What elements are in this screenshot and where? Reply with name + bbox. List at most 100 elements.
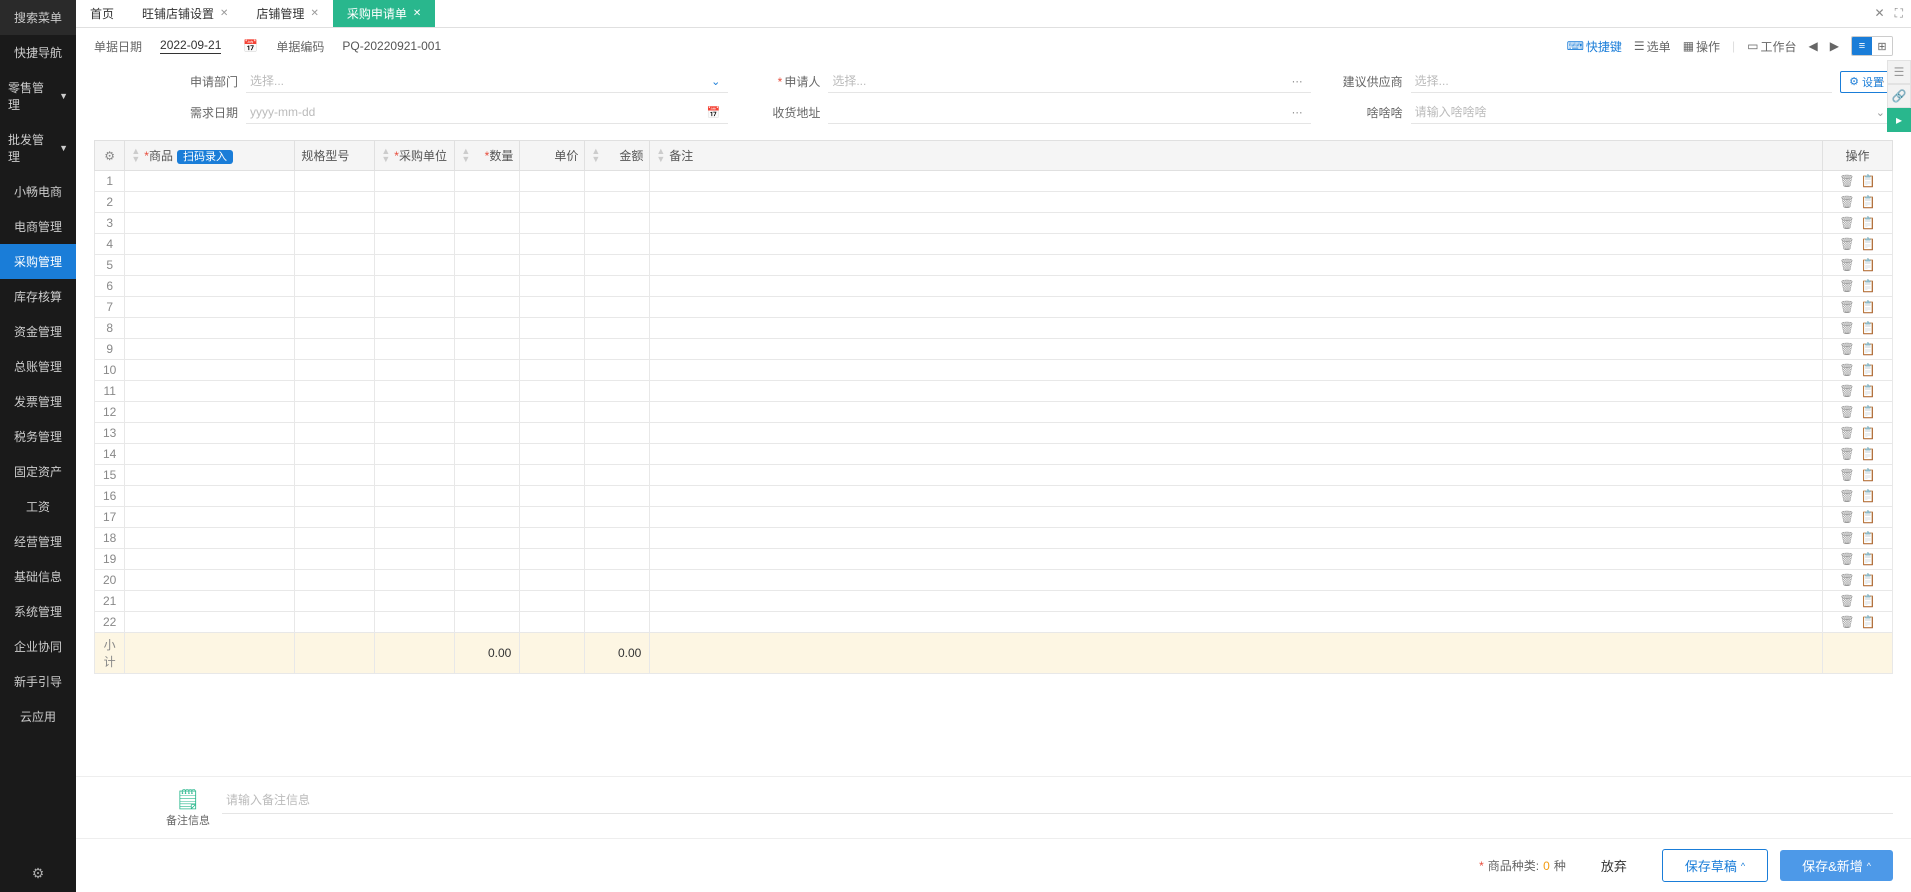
cell-price[interactable] [520,297,585,318]
sidebar-item-19[interactable]: 云应用 [0,699,76,734]
sidebar-item-12[interactable]: 固定资产 [0,454,76,489]
cell-goods[interactable] [125,444,295,465]
cell-amount[interactable] [585,402,650,423]
cell-note[interactable] [650,591,1823,612]
cell-amount[interactable] [585,549,650,570]
copy-icon[interactable]: 📋 [1861,300,1876,314]
copy-icon[interactable]: 📋 [1861,216,1876,230]
cell-amount[interactable] [585,591,650,612]
delete-icon[interactable]: 🗑 [1839,342,1854,356]
copy-icon[interactable]: 📋 [1861,594,1876,608]
cell-spec[interactable] [295,276,375,297]
cell-price[interactable] [520,507,585,528]
cell-price[interactable] [520,276,585,297]
copy-icon[interactable]: 📋 [1861,615,1876,629]
sidebar-item-9[interactable]: 总账管理 [0,349,76,384]
cell-qty[interactable] [455,318,520,339]
copy-icon[interactable]: 📋 [1861,342,1876,356]
table-row[interactable]: 14🗑📋 [95,444,1893,465]
cell-unit[interactable] [375,171,455,192]
close-icon[interactable]: ✕ [310,8,318,19]
cell-unit[interactable] [375,192,455,213]
cell-price[interactable] [520,423,585,444]
cell-qty[interactable] [455,423,520,444]
cell-goods[interactable] [125,255,295,276]
cell-note[interactable] [650,528,1823,549]
delete-icon[interactable]: 🗑 [1839,468,1854,482]
th-spec[interactable]: 规格型号 [295,141,375,171]
sidebar-item-13[interactable]: 工资 [0,489,76,524]
cell-goods[interactable] [125,423,295,444]
table-row[interactable]: 12🗑📋 [95,402,1893,423]
more-icon[interactable]: ⋯ [1292,106,1303,119]
cell-spec[interactable] [295,297,375,318]
cell-unit[interactable] [375,507,455,528]
copy-icon[interactable]: 📋 [1861,552,1876,566]
cell-goods[interactable] [125,528,295,549]
cell-qty[interactable] [455,507,520,528]
remark-input[interactable] [1411,101,1893,124]
cell-price[interactable] [520,339,585,360]
discard-button[interactable]: 放弃 [1578,849,1650,882]
copy-icon[interactable]: 📋 [1861,363,1876,377]
cell-price[interactable] [520,486,585,507]
cell-qty[interactable] [455,297,520,318]
copy-icon[interactable]: 📋 [1861,510,1876,524]
cell-amount[interactable] [585,528,650,549]
rail-item-1[interactable]: ☰ [1887,60,1911,84]
cell-unit[interactable] [375,381,455,402]
cell-goods[interactable] [125,339,295,360]
cell-price[interactable] [520,549,585,570]
cell-spec[interactable] [295,234,375,255]
cell-amount[interactable] [585,423,650,444]
cell-note[interactable] [650,444,1823,465]
sidebar-item-11[interactable]: 税务管理 [0,419,76,454]
delete-icon[interactable]: 🗑 [1839,594,1854,608]
cell-amount[interactable] [585,192,650,213]
cell-spec[interactable] [295,570,375,591]
cell-amount[interactable] [585,171,650,192]
cell-spec[interactable] [295,486,375,507]
cell-qty[interactable] [455,381,520,402]
cell-goods[interactable] [125,381,295,402]
cell-amount[interactable] [585,318,650,339]
operate-link[interactable]: ▦ 操作 [1683,38,1720,55]
sidebar-item-16[interactable]: 系统管理 [0,594,76,629]
date-value[interactable]: 2022-09-21 [160,38,221,54]
workbench-link[interactable]: ▭ 工作台 [1747,38,1796,55]
table-row[interactable]: 19🗑📋 [95,549,1893,570]
cell-amount[interactable] [585,444,650,465]
cell-goods[interactable] [125,591,295,612]
table-row[interactable]: 20🗑📋 [95,570,1893,591]
addr-input[interactable] [828,101,1310,124]
rail-item-3[interactable]: ▸ [1887,108,1911,132]
sidebar-item-14[interactable]: 经营管理 [0,524,76,559]
notes-input[interactable] [222,787,1893,814]
table-row[interactable]: 8🗑📋 [95,318,1893,339]
table-row[interactable]: 5🗑📋 [95,255,1893,276]
cell-amount[interactable] [585,486,650,507]
cell-spec[interactable] [295,255,375,276]
cell-qty[interactable] [455,192,520,213]
calendar-icon[interactable]: 📅 [707,106,721,119]
close-icon[interactable]: ✕ [413,8,421,19]
cell-goods[interactable] [125,465,295,486]
cell-note[interactable] [650,486,1823,507]
cell-spec[interactable] [295,192,375,213]
th-amount[interactable]: ▲▼金额 [585,141,650,171]
table-row[interactable]: 18🗑📋 [95,528,1893,549]
chevron-down-icon[interactable]: ⌄ [1876,106,1885,119]
copy-icon[interactable]: 📋 [1861,468,1876,482]
cell-spec[interactable] [295,423,375,444]
cell-note[interactable] [650,570,1823,591]
cell-price[interactable] [520,192,585,213]
cell-unit[interactable] [375,612,455,633]
cell-unit[interactable] [375,255,455,276]
cell-qty[interactable] [455,444,520,465]
more-icon[interactable]: ⋯ [1874,75,1885,88]
cell-amount[interactable] [585,465,650,486]
table-row[interactable]: 11🗑📋 [95,381,1893,402]
copy-icon[interactable]: 📋 [1861,447,1876,461]
more-icon[interactable]: ⋯ [1292,75,1303,88]
cell-goods[interactable] [125,171,295,192]
